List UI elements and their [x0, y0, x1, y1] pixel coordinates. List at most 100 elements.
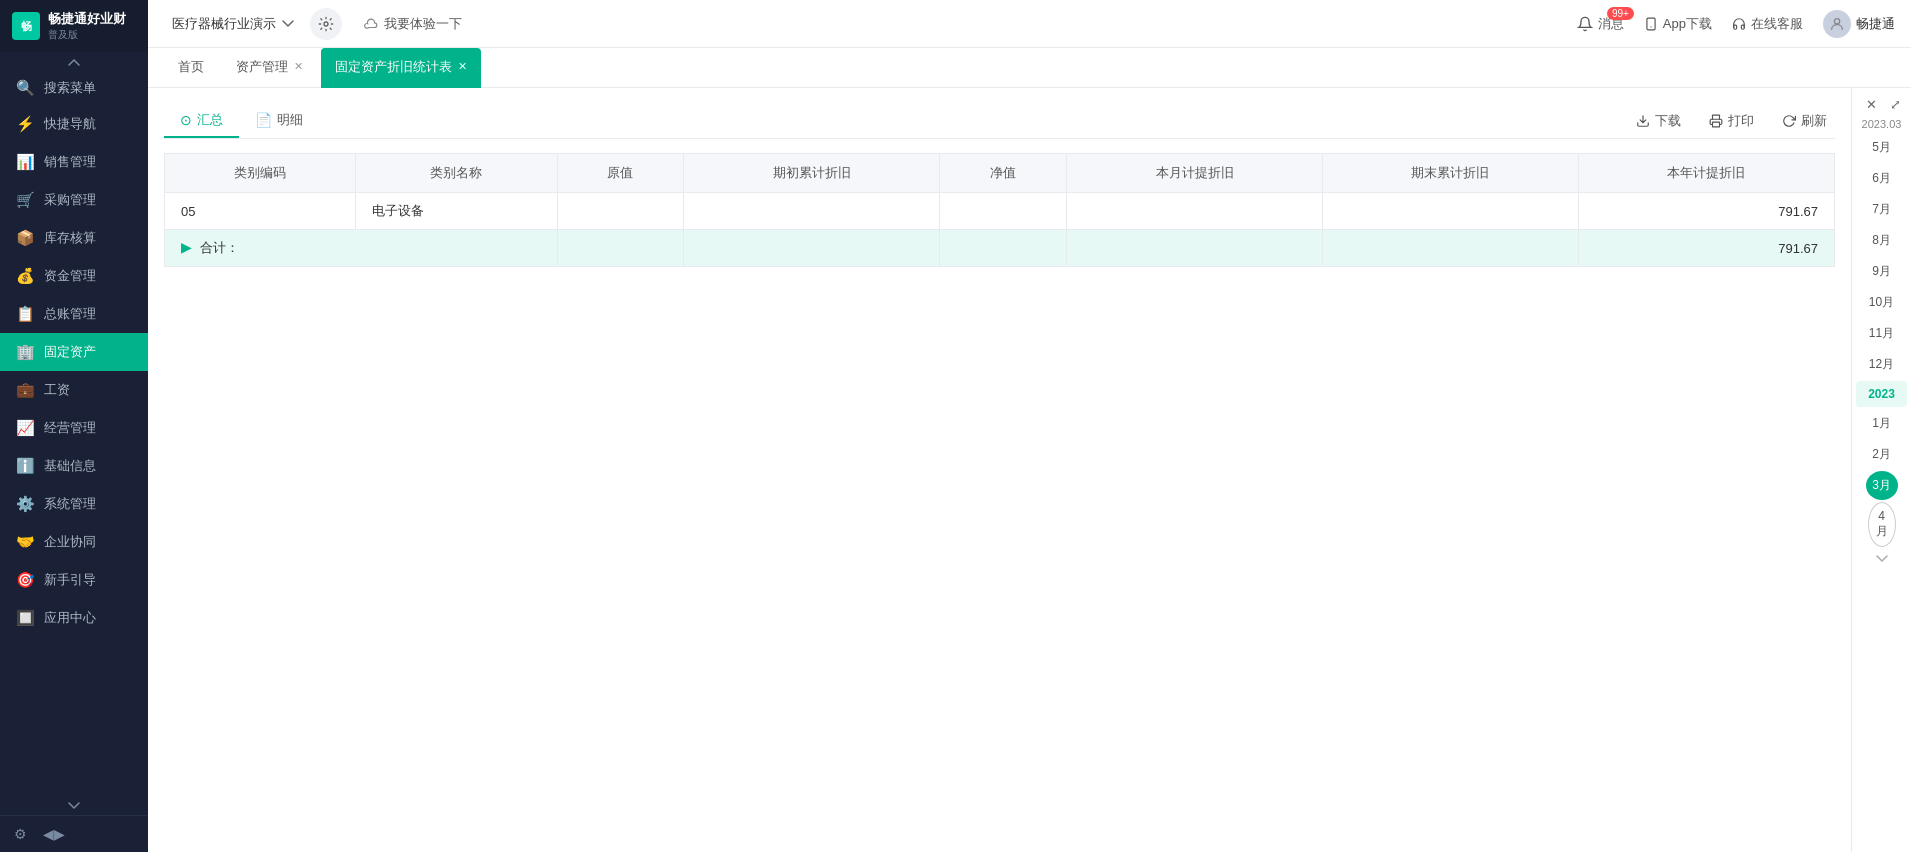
tab-home-label: 首页: [178, 58, 204, 76]
month-item-11[interactable]: 11月: [1856, 319, 1907, 348]
bell-icon: [1577, 16, 1593, 32]
search-icon: 🔍: [16, 79, 34, 97]
notifications-badge: 99+: [1607, 7, 1634, 20]
sidebar-item-app-center[interactable]: 🔲 应用中心: [0, 599, 148, 637]
app-name: 畅捷通好业财: [48, 10, 126, 28]
month-item-6[interactable]: 6月: [1856, 164, 1907, 193]
app-download-btn[interactable]: App下载: [1644, 15, 1712, 33]
col-header-ending-dep: 期末累计折旧: [1323, 154, 1579, 193]
sidebar-item-label: 搜索菜单: [44, 79, 96, 97]
current-date-label: 2023.03: [1852, 116, 1911, 132]
sub-tab-summary[interactable]: ⊙ 汇总: [164, 104, 239, 138]
cell-original: [557, 193, 684, 230]
sidebar-item-ledger[interactable]: 📋 总账管理: [0, 295, 148, 333]
sidebar-item-guide[interactable]: 🎯 新手引导: [0, 561, 148, 599]
close-panel-btn[interactable]: ✕: [1861, 94, 1881, 114]
month-item-12[interactable]: 12月: [1856, 350, 1907, 379]
table-header-row: 类别编码 类别名称 原值 期初累计折旧 净值 本月计提折旧 期末累计折旧 本年计…: [165, 154, 1835, 193]
app-version: 普及版: [48, 28, 126, 42]
svg-point-0: [324, 22, 328, 26]
sidebar-item-cooperation[interactable]: 🤝 企业协同: [0, 523, 148, 561]
cell-ending-dep: [1323, 193, 1579, 230]
refresh-btn[interactable]: 刷新: [1774, 108, 1835, 134]
sidebar-item-funds[interactable]: 💰 资金管理: [0, 257, 148, 295]
purchase-icon: 🛒: [16, 191, 34, 209]
experience-btn[interactable]: 我要体验一下: [354, 11, 472, 37]
summary-monthly-dep: [1067, 230, 1323, 267]
user-profile-btn[interactable]: 畅捷通: [1823, 10, 1895, 38]
sidebar-item-fixed-assets[interactable]: 🏢 固定资产: [0, 333, 148, 371]
sidebar-item-payroll[interactable]: 💼 工资: [0, 371, 148, 409]
sidebar-scroll-up[interactable]: [0, 52, 148, 71]
collapse-icon[interactable]: ◀▶: [43, 826, 65, 842]
expand-icon[interactable]: ▶: [181, 239, 192, 255]
tab-home[interactable]: 首页: [164, 48, 218, 88]
sidebar-item-basic-info[interactable]: ℹ️ 基础信息: [0, 447, 148, 485]
settings-icon[interactable]: ⚙: [14, 826, 27, 842]
company-selector[interactable]: 医疗器械行业演示: [164, 11, 302, 37]
operations-icon: 📈: [16, 419, 34, 437]
svg-rect-1: [1647, 18, 1655, 30]
sub-tab-summary-label: 汇总: [197, 111, 223, 129]
sub-tab-detail-label: 明细: [277, 111, 303, 129]
tab-depreciation-label: 固定资产折旧统计表: [335, 58, 452, 76]
panel-scroll-down[interactable]: [1852, 548, 1911, 570]
cloud-icon: [364, 17, 378, 31]
tab-asset-manage[interactable]: 资产管理 ✕: [222, 48, 317, 88]
month-item-10[interactable]: 10月: [1856, 288, 1907, 317]
month-item-9[interactable]: 9月: [1856, 257, 1907, 286]
notifications-btn[interactable]: 消息 99+: [1577, 15, 1624, 33]
fixed-assets-icon: 🏢: [16, 343, 34, 361]
online-service-label: 在线客服: [1751, 15, 1803, 33]
sidebar-footer: ⚙ ◀▶: [0, 815, 148, 852]
tab-depreciation-table[interactable]: 固定资产折旧统计表 ✕: [321, 48, 481, 88]
username-label: 畅捷通: [1856, 15, 1895, 33]
summary-net-value: [940, 230, 1067, 267]
col-header-net-value: 净值: [940, 154, 1067, 193]
download-btn[interactable]: 下载: [1628, 108, 1689, 134]
app-center-icon: 🔲: [16, 609, 34, 627]
month-list: 5月 6月 7月 8月 9月 10月 11月 12月 2023 1月 2月 3月…: [1852, 132, 1911, 548]
sidebar-item-operations[interactable]: 📈 经营管理: [0, 409, 148, 447]
expand-panel-btn[interactable]: ⤢: [1885, 94, 1905, 114]
year-badge-2023: 2023: [1856, 381, 1907, 407]
topbar-settings-btn[interactable]: [310, 8, 342, 40]
online-service-btn[interactable]: 在线客服: [1732, 15, 1803, 33]
summary-ending-dep: [1323, 230, 1579, 267]
sidebar-header: 畅 畅捷通好业财 普及版: [0, 0, 148, 52]
tab-depreciation-close[interactable]: ✕: [458, 61, 467, 72]
col-header-initial-dep: 期初累计折旧: [684, 154, 940, 193]
cooperation-icon: 🤝: [16, 533, 34, 551]
sidebar-item-search[interactable]: 🔍 搜索菜单: [0, 71, 148, 105]
print-btn[interactable]: 打印: [1701, 108, 1762, 134]
sidebar-item-inventory[interactable]: 📦 库存核算: [0, 219, 148, 257]
refresh-label: 刷新: [1801, 112, 1827, 130]
refresh-icon: [1782, 114, 1796, 128]
sidebar-item-purchase[interactable]: 🛒 采购管理: [0, 181, 148, 219]
sidebar-item-sales[interactable]: 📊 销售管理: [0, 143, 148, 181]
sub-tab-detail[interactable]: 📄 明细: [239, 104, 319, 138]
cell-annual-dep: 791.67: [1578, 193, 1834, 230]
month-item-5[interactable]: 5月: [1856, 133, 1907, 162]
month-item-1[interactable]: 1月: [1856, 409, 1907, 438]
avatar: [1823, 10, 1851, 38]
experience-label: 我要体验一下: [384, 15, 462, 33]
table-row[interactable]: 05 电子设备 791.67: [165, 193, 1835, 230]
month-item-3[interactable]: 3月: [1866, 471, 1898, 500]
table-toolbar: 下载 打印 刷新: [1628, 108, 1835, 134]
sidebar-scroll-down[interactable]: [0, 796, 148, 815]
sidebar-item-system[interactable]: ⚙️ 系统管理: [0, 485, 148, 523]
col-header-name: 类别名称: [356, 154, 557, 193]
col-header-annual-dep: 本年计提折旧: [1578, 154, 1834, 193]
tab-asset-manage-close[interactable]: ✕: [294, 61, 303, 72]
summary-label-cell: ▶ 合计：: [165, 230, 558, 267]
tab-asset-manage-label: 资产管理: [236, 58, 288, 76]
month-item-2[interactable]: 2月: [1856, 440, 1907, 469]
cell-code: 05: [165, 193, 356, 230]
month-item-7[interactable]: 7月: [1856, 195, 1907, 224]
quick-nav-icon: ⚡: [16, 115, 34, 133]
month-item-8[interactable]: 8月: [1856, 226, 1907, 255]
month-item-4[interactable]: 4月: [1868, 502, 1896, 547]
sidebar-item-quick-nav[interactable]: ⚡ 快捷导航: [0, 105, 148, 143]
headset-icon: [1732, 17, 1746, 31]
